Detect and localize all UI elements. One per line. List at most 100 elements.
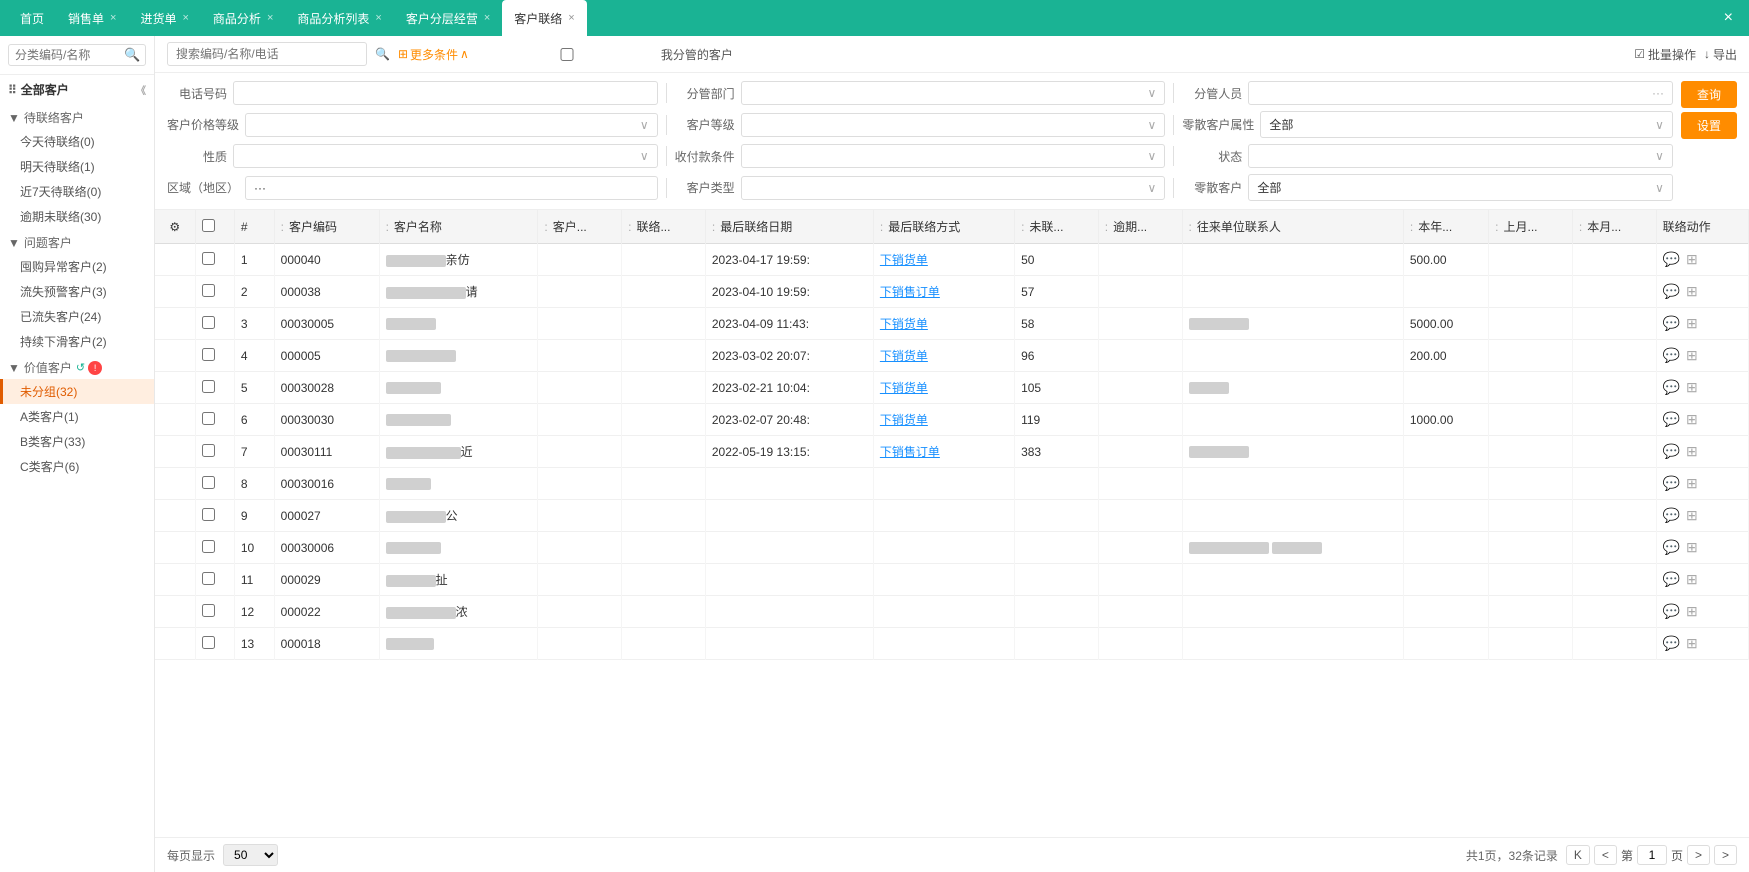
row-checkbox[interactable] — [202, 572, 215, 585]
last-page-button[interactable]: > — [1714, 845, 1737, 865]
chat-icon[interactable]: 💬 — [1663, 443, 1680, 460]
td-checkbox[interactable] — [195, 436, 234, 468]
sidebar-group-value[interactable]: ▼ 价值客户 ↺ ! — [0, 354, 154, 379]
td-last-method[interactable]: 下销货单 — [873, 244, 1014, 276]
td-actions[interactable]: 💬 ⊞ — [1656, 596, 1748, 628]
search-button[interactable]: 🔍 — [375, 47, 390, 61]
td-checkbox[interactable] — [195, 372, 234, 404]
chat-icon[interactable]: 💬 — [1663, 315, 1680, 332]
nav-customer-tier[interactable]: 客户分层经营 × — [394, 0, 502, 36]
filter-payment-select[interactable]: ∨ — [741, 144, 1166, 168]
filter-status-select[interactable]: ∨ — [1248, 144, 1673, 168]
global-close-button[interactable]: × — [1716, 9, 1741, 27]
td-checkbox[interactable] — [195, 596, 234, 628]
filter-manager-select[interactable]: ··· — [1248, 81, 1673, 105]
td-last-method[interactable]: 下销货单 — [873, 340, 1014, 372]
td-actions[interactable]: 💬 ⊞ — [1656, 500, 1748, 532]
th-this-month[interactable]: :本月... — [1572, 210, 1656, 244]
sidebar-item-declining[interactable]: 持续下滑客户(2) — [0, 329, 154, 354]
row-checkbox[interactable] — [202, 316, 215, 329]
chat-icon[interactable]: 💬 — [1663, 283, 1680, 300]
td-last-method[interactable] — [873, 596, 1014, 628]
nav-purchase-close[interactable]: × — [182, 12, 188, 24]
td-last-method[interactable] — [873, 564, 1014, 596]
grid-action-icon[interactable]: ⊞ — [1686, 635, 1698, 652]
td-checkbox[interactable] — [195, 404, 234, 436]
nav-goods-analysis-list[interactable]: 商品分析列表 × — [285, 0, 393, 36]
refresh-icon[interactable]: ↺ — [76, 361, 85, 374]
sidebar-group-pending[interactable]: ▼ 待联络客户 — [0, 104, 154, 129]
td-actions[interactable]: 💬 ⊞ — [1656, 244, 1748, 276]
td-actions[interactable]: 💬 ⊞ — [1656, 404, 1748, 436]
row-checkbox[interactable] — [202, 444, 215, 457]
first-page-button[interactable]: K — [1566, 845, 1590, 865]
grid-action-icon[interactable]: ⊞ — [1686, 347, 1698, 364]
td-actions[interactable]: 💬 ⊞ — [1656, 564, 1748, 596]
filter-retail-attr-select[interactable]: 全部 ∨ — [1260, 111, 1673, 138]
chat-icon[interactable]: 💬 — [1663, 251, 1680, 268]
grid-action-icon[interactable]: ⊞ — [1686, 411, 1698, 428]
td-last-method[interactable] — [873, 468, 1014, 500]
grid-action-icon[interactable]: ⊞ — [1686, 443, 1698, 460]
td-checkbox[interactable] — [195, 276, 234, 308]
filter-retail-customer-select[interactable]: 全部 ∨ — [1248, 174, 1673, 201]
td-actions[interactable]: 💬 ⊞ — [1656, 340, 1748, 372]
more-conditions-button[interactable]: ⊞ 更多条件 ∧ — [398, 46, 469, 63]
row-checkbox[interactable] — [202, 380, 215, 393]
th-name[interactable]: :客户名称 — [379, 210, 538, 244]
filter-customer-level-select[interactable]: ∨ — [741, 113, 1166, 137]
th-settings[interactable]: ⚙ — [155, 210, 195, 244]
row-checkbox[interactable] — [202, 540, 215, 553]
sidebar-item-7days[interactable]: 近7天待联络(0) — [0, 179, 154, 204]
sidebar-item-class-b[interactable]: B类客户(33) — [0, 429, 154, 454]
td-last-method[interactable]: 下销售订单 — [873, 436, 1014, 468]
export-button[interactable]: ↓ 导出 — [1704, 46, 1737, 63]
row-checkbox[interactable] — [202, 508, 215, 521]
td-actions[interactable]: 💬 ⊞ — [1656, 532, 1748, 564]
td-checkbox[interactable] — [195, 628, 234, 660]
filter-phone-input[interactable] — [233, 81, 658, 105]
sidebar-item-ungroup[interactable]: 未分组(32) — [0, 379, 154, 404]
grid-action-icon[interactable]: ⊞ — [1686, 603, 1698, 620]
my-customers-check[interactable] — [477, 48, 657, 61]
row-checkbox[interactable] — [202, 476, 215, 489]
td-actions[interactable]: 💬 ⊞ — [1656, 436, 1748, 468]
sidebar-item-class-a[interactable]: A类客户(1) — [0, 404, 154, 429]
grid-action-icon[interactable]: ⊞ — [1686, 539, 1698, 556]
td-checkbox[interactable] — [195, 468, 234, 500]
chat-icon[interactable]: 💬 — [1663, 603, 1680, 620]
chat-icon[interactable]: 💬 — [1663, 635, 1680, 652]
filter-customer-type-select[interactable]: ∨ — [741, 176, 1166, 200]
nav-goods-analysis[interactable]: 商品分析 × — [201, 0, 285, 36]
td-last-method[interactable] — [873, 628, 1014, 660]
sidebar-item-overdue[interactable]: 逾期未联络(30) — [0, 204, 154, 229]
sidebar-search-icon[interactable]: 🔍 — [124, 47, 140, 63]
search-input[interactable] — [167, 42, 367, 66]
row-checkbox[interactable] — [202, 348, 215, 361]
td-checkbox[interactable] — [195, 308, 234, 340]
td-checkbox[interactable] — [195, 244, 234, 276]
td-actions[interactable]: 💬 ⊞ — [1656, 372, 1748, 404]
th-type[interactable]: :客户... — [538, 210, 622, 244]
grid-action-icon[interactable]: ⊞ — [1686, 507, 1698, 524]
sidebar-item-tomorrow[interactable]: 明天待联络(1) — [0, 154, 154, 179]
th-uncontacted[interactable]: :未联... — [1015, 210, 1099, 244]
td-last-method[interactable]: 下销售订单 — [873, 276, 1014, 308]
td-last-method[interactable]: 下销货单 — [873, 404, 1014, 436]
grid-action-icon[interactable]: ⊞ — [1686, 315, 1698, 332]
sidebar-item-hoarding[interactable]: 囤购异常客户(2) — [0, 254, 154, 279]
chat-icon[interactable]: 💬 — [1663, 411, 1680, 428]
row-checkbox[interactable] — [202, 636, 215, 649]
next-page-button[interactable]: > — [1687, 845, 1710, 865]
td-checkbox[interactable] — [195, 564, 234, 596]
th-last-method[interactable]: :最后联络方式 — [873, 210, 1014, 244]
td-last-method[interactable] — [873, 500, 1014, 532]
td-last-method[interactable] — [873, 532, 1014, 564]
grid-action-icon[interactable]: ⊞ — [1686, 475, 1698, 492]
td-checkbox[interactable] — [195, 532, 234, 564]
nav-customer-contact[interactable]: 客户联络 × — [502, 0, 586, 36]
filter-region-select[interactable]: ··· — [245, 176, 658, 200]
select-all-checkbox[interactable] — [202, 219, 215, 232]
grid-action-icon[interactable]: ⊞ — [1686, 283, 1698, 300]
td-checkbox[interactable] — [195, 500, 234, 532]
